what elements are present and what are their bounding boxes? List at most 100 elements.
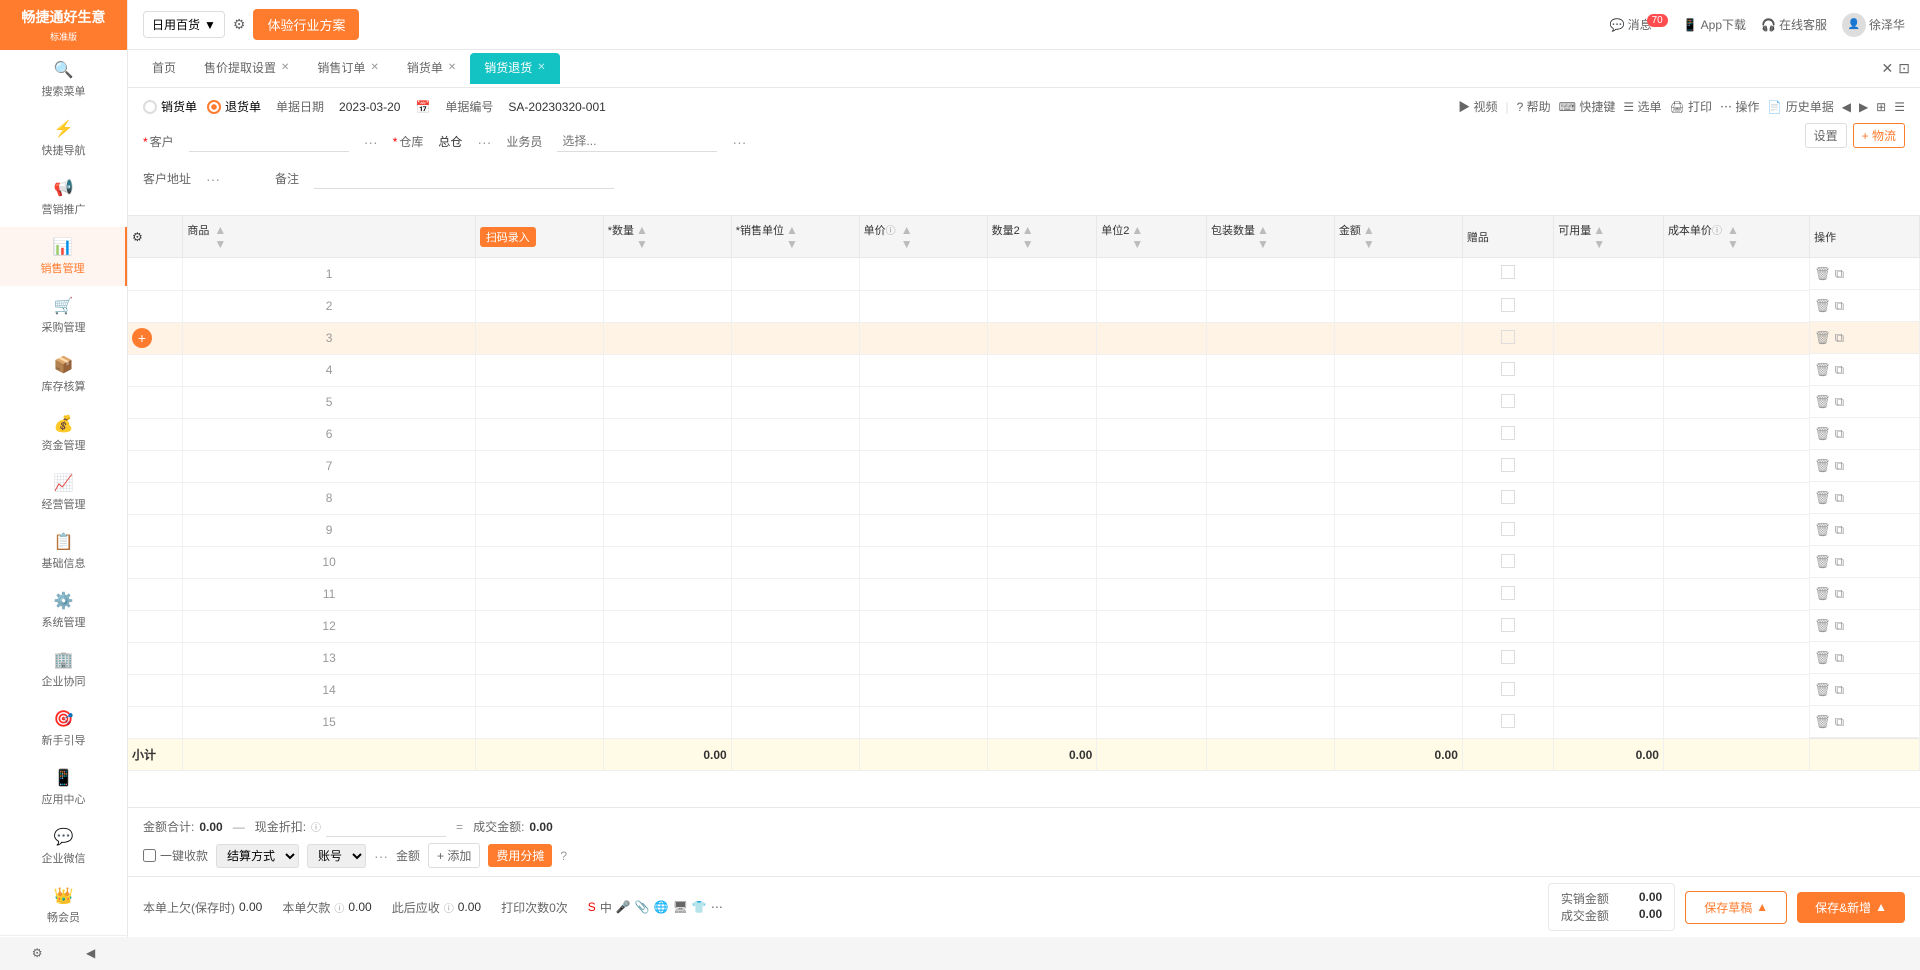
account-dots-btn[interactable]: ··· — [374, 848, 388, 864]
copy-row-button[interactable]: ⧉ — [1835, 394, 1844, 410]
delete-row-button[interactable]: 🗑 — [1814, 330, 1831, 346]
delete-row-button[interactable]: 🗑 — [1814, 458, 1831, 474]
gift-checkbox[interactable] — [1501, 586, 1515, 600]
app-download-item[interactable]: 📱 App下载 — [1683, 16, 1746, 33]
collapse-icon[interactable]: ◀ — [86, 946, 95, 960]
copy-row-button[interactable]: ⧉ — [1835, 586, 1844, 602]
ops-btn[interactable]: ⋯ 操作 — [1720, 98, 1759, 115]
fee-help-icon[interactable]: ? — [560, 849, 567, 863]
copy-row-button[interactable]: ⧉ — [1835, 330, 1844, 346]
salesman-dots-btn[interactable]: ··· — [732, 134, 746, 150]
sidebar-item-shortcut[interactable]: ⚡ 快捷导航 — [0, 109, 127, 168]
tab-close-sales-return[interactable]: ✕ — [537, 62, 545, 73]
delete-row-button[interactable]: 🗑 — [1814, 298, 1831, 314]
gift-cell[interactable] — [1462, 482, 1553, 514]
copy-row-button[interactable]: ⧉ — [1835, 298, 1844, 314]
calendar-icon[interactable]: 📅 — [415, 100, 430, 114]
gear-icon[interactable]: ⚙ — [132, 230, 143, 244]
message-item[interactable]: 💬 消息 70 — [1610, 16, 1668, 33]
gift-cell[interactable] — [1462, 290, 1553, 322]
sidebar-item-purchase[interactable]: 🛒 采购管理 — [0, 286, 127, 345]
delete-row-button[interactable]: 🗑 — [1814, 522, 1831, 538]
gift-cell[interactable] — [1462, 322, 1553, 354]
gift-checkbox[interactable] — [1501, 265, 1515, 279]
gift-checkbox[interactable] — [1501, 490, 1515, 504]
gift-cell[interactable] — [1462, 642, 1553, 674]
gift-checkbox[interactable] — [1501, 362, 1515, 376]
shortcut-btn[interactable]: ⌨ 快捷键 — [1559, 98, 1616, 115]
one-key-pay-checkbox[interactable] — [143, 849, 156, 862]
tab-sales-delivery[interactable]: 销货单 ✕ — [393, 53, 470, 84]
gift-cell[interactable] — [1462, 514, 1553, 546]
delete-row-button[interactable]: 🗑 — [1814, 714, 1831, 730]
select-btn[interactable]: ☰ 选单 — [1623, 98, 1661, 115]
copy-row-button[interactable]: ⧉ — [1835, 426, 1844, 442]
settlement-method-select[interactable]: 结算方式 — [216, 844, 299, 868]
customer-dots-btn[interactable]: ··· — [364, 134, 378, 150]
tab-price-settings[interactable]: 售价提取设置 ✕ — [190, 53, 303, 84]
gift-cell[interactable] — [1462, 386, 1553, 418]
copy-row-button[interactable]: ⧉ — [1835, 458, 1844, 474]
warehouse-dots-btn[interactable]: ··· — [477, 134, 491, 150]
sidebar-item-inventory[interactable]: 📦 库存核算 — [0, 345, 127, 404]
sidebar-item-member[interactable]: 👑 畅会员 — [0, 876, 127, 935]
gift-checkbox[interactable] — [1501, 298, 1515, 312]
sidebar-item-guide[interactable]: 🎯 新手引导 — [0, 699, 127, 758]
product-cell[interactable] — [475, 322, 603, 354]
sidebar-item-finance[interactable]: 💰 资金管理 — [0, 404, 127, 463]
topbar-gear-icon[interactable]: ⚙ — [233, 16, 246, 33]
payable-info-icon[interactable]: ⓘ — [444, 900, 454, 915]
delete-row-button[interactable]: 🗑 — [1814, 650, 1831, 666]
user-profile[interactable]: 👤 徐泽华 — [1842, 13, 1905, 37]
address-dots-btn[interactable]: ··· — [206, 171, 220, 187]
gift-checkbox[interactable] — [1501, 394, 1515, 408]
history-btn[interactable]: 📄 历史单据 — [1767, 98, 1833, 115]
discount-input[interactable] — [326, 816, 446, 837]
customer-input[interactable] — [189, 131, 349, 152]
gift-cell[interactable] — [1462, 354, 1553, 386]
gift-checkbox[interactable] — [1501, 458, 1515, 472]
gift-checkbox[interactable] — [1501, 330, 1515, 344]
gift-cell[interactable] — [1462, 418, 1553, 450]
delete-row-button[interactable]: 🗑 — [1814, 362, 1831, 378]
add-fee-button[interactable]: + 添加 — [428, 843, 480, 868]
sidebar-item-basic[interactable]: 📋 基础信息 — [0, 522, 127, 581]
gift-cell[interactable] — [1462, 258, 1553, 291]
delete-row-button[interactable]: 🗑 — [1814, 394, 1831, 410]
gift-checkbox[interactable] — [1501, 714, 1515, 728]
settings-button[interactable]: 设置 — [1805, 123, 1847, 148]
tab-close-price-settings[interactable]: ✕ — [281, 62, 289, 73]
online-service-item[interactable]: 🎧 在线客服 — [1761, 16, 1827, 33]
fee-split-button[interactable]: 费用分摊 — [488, 844, 552, 867]
experience-button[interactable]: 体验行业方案 — [253, 9, 359, 40]
gift-cell[interactable] — [1462, 546, 1553, 578]
list-view-icon[interactable]: ☰ — [1894, 100, 1905, 114]
copy-row-button[interactable]: ⧉ — [1835, 682, 1844, 698]
delete-row-button[interactable]: 🗑 — [1814, 554, 1831, 570]
nav-select[interactable]: 日用百货 ▼ — [143, 11, 225, 38]
gift-checkbox[interactable] — [1501, 426, 1515, 440]
gift-checkbox[interactable] — [1501, 682, 1515, 696]
close-window-icon[interactable]: ✕ — [1882, 60, 1894, 77]
sidebar-item-sales[interactable]: 📊 销售管理 — [0, 227, 127, 286]
salesman-input[interactable] — [557, 131, 717, 152]
gift-checkbox[interactable] — [1501, 618, 1515, 632]
tab-close-sales-order[interactable]: ✕ — [370, 62, 378, 73]
sidebar-item-appstore[interactable]: 📱 应用中心 — [0, 758, 127, 817]
remark-input[interactable] — [314, 168, 614, 189]
gift-cell[interactable] — [1462, 450, 1553, 482]
gift-cell[interactable] — [1462, 578, 1553, 610]
help-btn[interactable]: ? 帮助 — [1517, 98, 1551, 115]
copy-row-button[interactable]: ⧉ — [1835, 618, 1844, 634]
tab-home[interactable]: 首页 — [138, 53, 190, 84]
delete-row-button[interactable]: 🗑 — [1814, 490, 1831, 506]
delete-row-button[interactable]: 🗑 — [1814, 266, 1831, 282]
copy-row-button[interactable]: ⧉ — [1835, 554, 1844, 570]
sidebar-item-wechat[interactable]: 💬 企业微信 — [0, 817, 127, 876]
radio-return[interactable]: 退货单 — [207, 98, 261, 115]
delete-row-button[interactable]: 🗑 — [1814, 586, 1831, 602]
one-key-pay-label[interactable]: 一键收款 — [143, 847, 208, 864]
copy-row-button[interactable]: ⧉ — [1835, 490, 1844, 506]
sidebar-item-marketing[interactable]: 📢 营销推广 — [0, 168, 127, 227]
gift-checkbox[interactable] — [1501, 554, 1515, 568]
